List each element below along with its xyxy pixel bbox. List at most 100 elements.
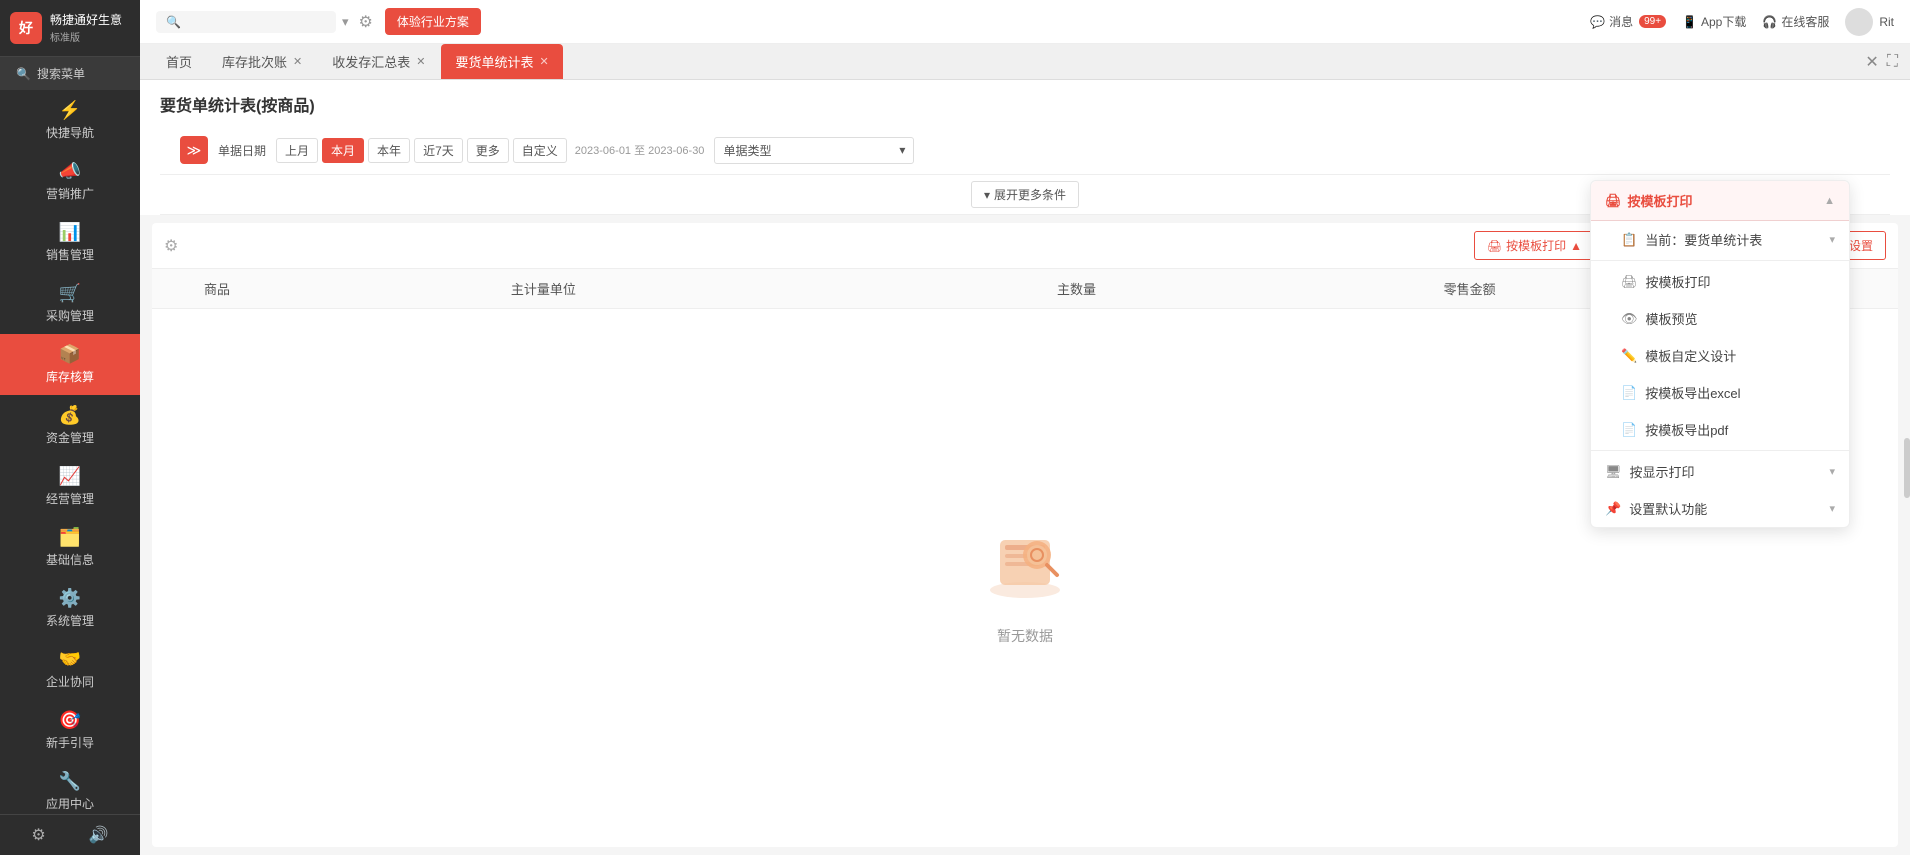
print-item-label: 按模板打印 [1646, 272, 1711, 291]
topbar-search-input[interactable] [181, 15, 311, 29]
date-group: 上月 本月 本年 近7天 更多 自定义 2023-06-01 至 2023-06… [276, 138, 704, 163]
tab-home[interactable]: 首页 [152, 44, 206, 79]
messages-label: 消息 [1609, 13, 1633, 30]
date-more[interactable]: 更多 [467, 138, 509, 163]
sidebar-item-xitong[interactable]: ⚙️ 系统管理 [0, 578, 140, 639]
sidebar-item-zijin[interactable]: 💰 资金管理 [0, 395, 140, 456]
tab-yaohuo-close[interactable]: ✕ [540, 55, 549, 68]
online-service-button[interactable]: 🎧 在线客服 [1762, 13, 1829, 30]
topbar-dropdown-icon[interactable]: ▾ [342, 14, 349, 30]
messages-button[interactable]: 💬 消息 99+ [1590, 13, 1666, 30]
print-dropdown-design[interactable]: ✏️ 模板自定义设计 [1591, 337, 1849, 374]
tab-home-label: 首页 [166, 52, 192, 71]
expand-more-button[interactable]: ▾ 展开更多条件 [971, 181, 1079, 208]
print-item-icon: 🖨 [1621, 274, 1638, 290]
date-this-year[interactable]: 本年 [368, 138, 410, 163]
date-7days[interactable]: 近7天 [414, 138, 463, 163]
tab-kucun-pici-close[interactable]: ✕ [293, 55, 302, 68]
page-title: 要货单统计表(按商品) [160, 92, 1890, 116]
app-download-button[interactable]: 📱 App下载 [1682, 13, 1746, 30]
print-header-icon: 🖨 [1605, 193, 1622, 209]
sidebar-item-kucun[interactable]: 📦 库存核算 [0, 334, 140, 395]
window-expand-icon[interactable]: ⛶ [1887, 53, 1898, 71]
tab-shoufacun-close[interactable]: ✕ [416, 55, 425, 68]
empty-illustration [975, 510, 1075, 610]
export-pdf-label: 按模板导出pdf [1645, 420, 1728, 439]
display-print-chevron: ▾ [1829, 465, 1835, 478]
default-func-label: 设置默认功能 [1629, 499, 1707, 518]
kucun-icon: 📦 [59, 344, 81, 365]
date-custom[interactable]: 自定义 [513, 138, 567, 163]
sidebar-label-qiye: 企业协同 [46, 673, 94, 690]
sidebar-item-yingyong[interactable]: 🔧 应用中心 [0, 761, 140, 814]
sidebar-nav: ⚡ 快捷导航 📣 营销推广 📊 销售管理 🛒 采购管理 📦 库存核算 💰 资金管… [0, 90, 140, 814]
sidebar-item-xinshou[interactable]: 🎯 新手引导 [0, 700, 140, 761]
sidebar-item-xiaoshou[interactable]: 📊 销售管理 [0, 212, 140, 273]
content-area: 要货单统计表(按商品) ≫ 单据日期 上月 本月 本年 近7天 更多 自定义 2… [140, 80, 1910, 855]
tab-kucun-pici[interactable]: 库存批次账 ✕ [208, 44, 316, 79]
display-print-label: 按显示打印 [1630, 462, 1695, 481]
display-print-icon: 🖥 [1605, 464, 1622, 480]
search-icon: 🔍 [16, 67, 31, 81]
th-quantity: 主数量 [1045, 269, 1432, 309]
topbar-search-wrapper[interactable]: 🔍 [156, 11, 336, 33]
print-dropdown-header[interactable]: 🖨 按模板打印 ▲ [1591, 181, 1849, 221]
sidebar-item-yingxiao[interactable]: 📣 营销推广 [0, 151, 140, 212]
display-print-left: 🖥 按显示打印 [1605, 462, 1695, 481]
default-func-left: 📌 设置默认功能 [1605, 499, 1707, 518]
dropdown-divider-2 [1591, 450, 1849, 451]
print-dropdown-panel: 🖨 按模板打印 ▲ 📋 当前：要货单统计表 ▾ 🖨 按模板打印 👁 模板预览 ✏ [1590, 180, 1850, 528]
tab-shoufacun-label: 收发存汇总表 [332, 52, 410, 71]
sidebar-item-kuaijie[interactable]: ⚡ 快捷导航 [0, 90, 140, 151]
date-this-month[interactable]: 本月 [322, 138, 364, 163]
app-name-group: 畅捷通好生意 标准版 [50, 12, 122, 44]
print-dropdown-collapse-icon[interactable]: ▲ [1824, 195, 1835, 207]
sidebar-label-kucun: 库存核算 [46, 368, 94, 385]
sidebar-label-xinshou: 新手引导 [46, 734, 94, 751]
xiaoshou-icon: 📊 [59, 222, 81, 243]
service-icon: 🎧 [1762, 15, 1777, 29]
print-template-button[interactable]: 🖨 按模板打印 ▲ [1474, 231, 1595, 260]
default-func-chevron: ▾ [1829, 502, 1835, 515]
print-dropdown-preview[interactable]: 👁 模板预览 [1591, 300, 1849, 337]
topbar-gear-icon[interactable]: ⚙ [359, 12, 373, 32]
trial-button[interactable]: 体验行业方案 [385, 8, 481, 35]
sidebar-label-yingyong: 应用中心 [46, 795, 94, 812]
th-unit: 主计量单位 [499, 269, 1045, 309]
sidebar-item-jichu[interactable]: 🗂️ 基础信息 [0, 517, 140, 578]
sidebar-label-yingxiao: 营销推广 [46, 185, 94, 202]
settings-icon[interactable]: ⚙ [31, 825, 45, 845]
sound-icon[interactable]: 🔊 [89, 825, 109, 845]
dropdown-divider-1 [1591, 260, 1849, 261]
kuaijie-icon: ⚡ [59, 100, 81, 121]
tab-kucun-pici-label: 库存批次账 [222, 52, 287, 71]
print-dropdown-print[interactable]: 🖨 按模板打印 [1591, 263, 1849, 300]
filter-expand-button[interactable]: ≫ [180, 136, 208, 164]
chevron-up-icon: ▲ [1570, 239, 1582, 253]
print-dropdown-default-func[interactable]: 📌 设置默认功能 ▾ [1591, 490, 1849, 527]
print-dropdown-current[interactable]: 📋 当前：要货单统计表 ▾ [1591, 221, 1849, 258]
print-dropdown-export-pdf[interactable]: 📄 按模板导出pdf [1591, 411, 1849, 448]
window-close-icon[interactable]: ✕ [1865, 52, 1878, 72]
tab-yaohuo[interactable]: 要货单统计表 ✕ [441, 44, 562, 79]
zijin-icon: 💰 [59, 405, 81, 426]
sidebar-bottom: ⚙ 🔊 [0, 814, 140, 855]
sidebar-item-caigou[interactable]: 🛒 采购管理 [0, 273, 140, 334]
app-logo-icon: 好 [10, 12, 42, 44]
tab-shoufacun[interactable]: 收发存汇总表 ✕ [318, 44, 439, 79]
sidebar-label-xitong: 系统管理 [46, 612, 94, 629]
sidebar-item-qiye[interactable]: 🤝 企业协同 [0, 639, 140, 700]
sidebar-item-jingying[interactable]: 📈 经营管理 [0, 456, 140, 517]
sidebar-search[interactable]: 🔍 搜索菜单 [0, 57, 140, 90]
resize-handle[interactable] [1904, 438, 1910, 498]
sidebar-label-caigou: 采购管理 [46, 307, 94, 324]
print-dropdown-display-print[interactable]: 🖥 按显示打印 ▾ [1591, 453, 1849, 490]
doc-type-select[interactable]: 单据类型 ▾ [714, 137, 914, 164]
settings-gear-icon[interactable]: ⚙ [164, 236, 178, 256]
app-download-label: App下载 [1701, 13, 1746, 30]
online-service-label: 在线客服 [1781, 13, 1829, 30]
user-menu[interactable]: Rit [1845, 8, 1894, 36]
caigou-icon: 🛒 [59, 283, 81, 304]
print-dropdown-export-excel[interactable]: 📄 按模板导出excel [1591, 374, 1849, 411]
date-last-month[interactable]: 上月 [276, 138, 318, 163]
